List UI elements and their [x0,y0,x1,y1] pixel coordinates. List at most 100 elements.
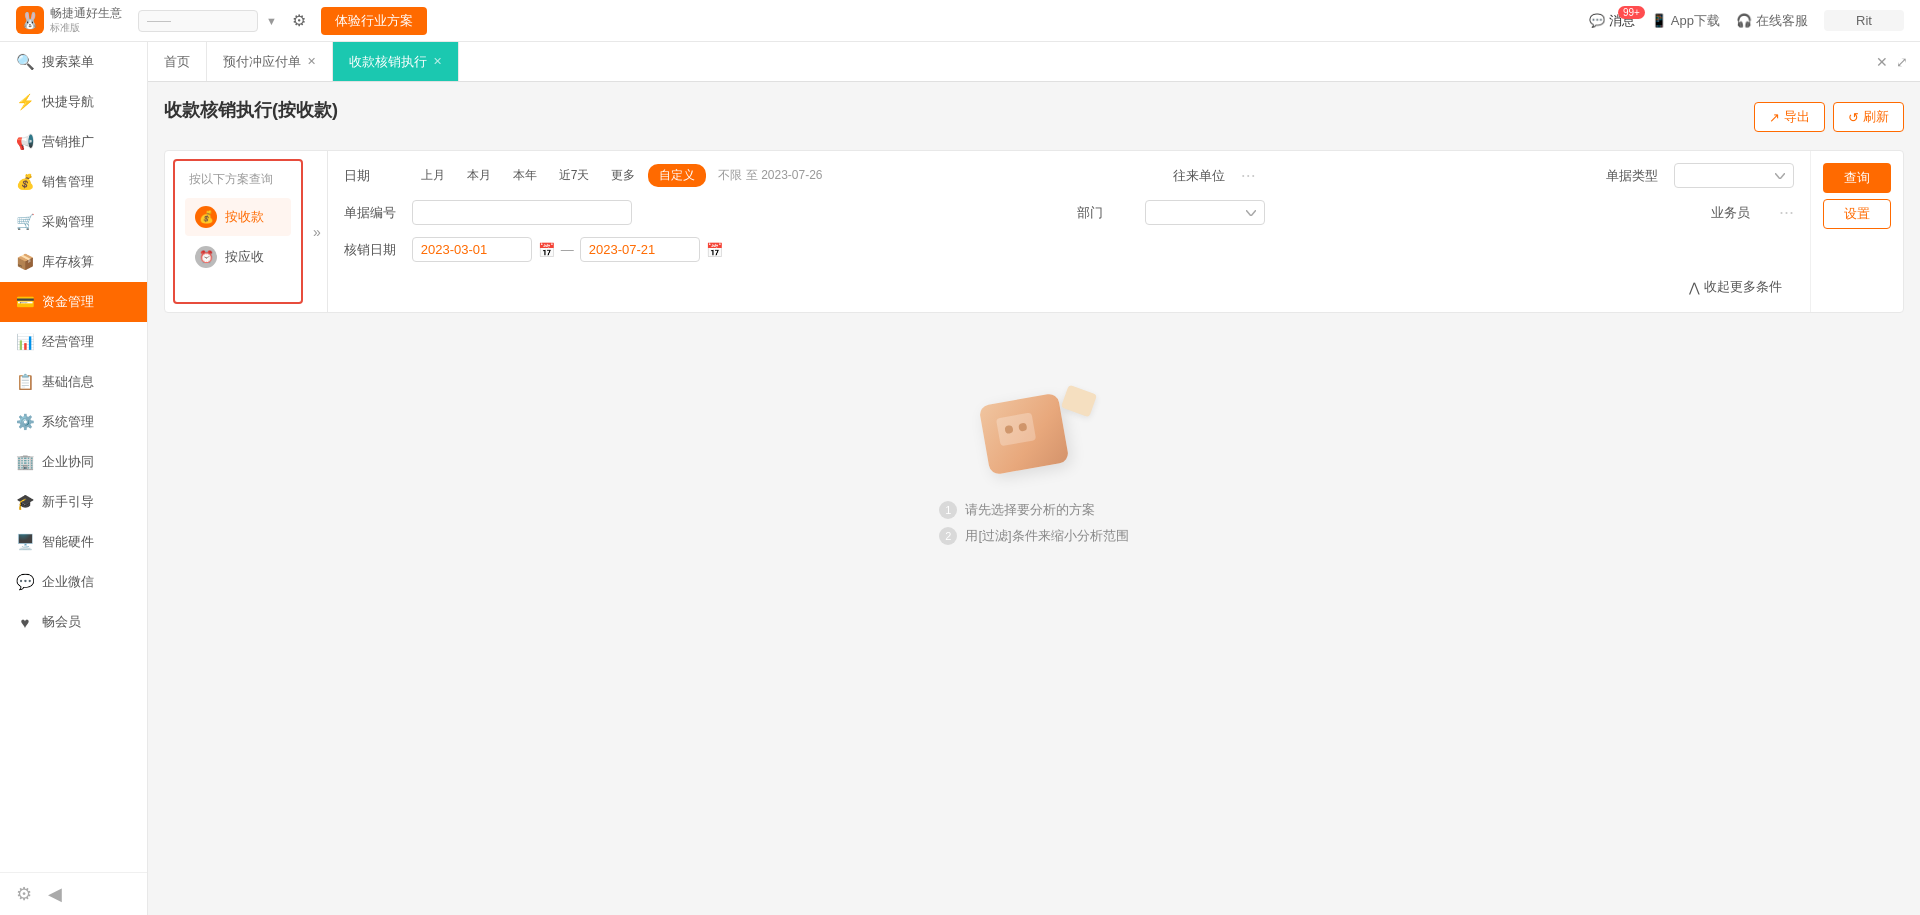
company-selector[interactable]: —— [138,10,258,32]
tab-expand-icon[interactable]: ⤢ [1896,54,1908,70]
empty-tip-2: 2 用[过滤]条件来缩小分析范围 [939,527,1128,545]
tabs-right-controls: ✕ ⤢ [1864,42,1920,81]
app-badge: 标准版 [50,21,122,35]
receivable-option-icon: ⏰ [195,246,217,268]
filter-option-panel: 按以下方案查询 💰 按收款 ⏰ 按应收 [173,159,303,304]
filter-collapse-button[interactable]: » [307,151,328,312]
sidebar-item-hardware[interactable]: 🖥️ 智能硬件 [0,522,147,562]
enterprise-icon: 🏢 [16,453,34,471]
doc-number-label: 单据编号 [344,204,400,222]
filter-fields: 日期 上月 本月 本年 近7天 更多 自定义 不限 至 2023-07-26 往… [328,151,1810,312]
sidebar-bottom: ⚙ ◀ [0,872,147,915]
date-this-year-btn[interactable]: 本年 [504,164,546,187]
sidebar-item-label: 搜索菜单 [42,53,94,71]
sidebar-item-system[interactable]: ⚙️ 系统管理 [0,402,147,442]
tab-prepay-close-icon[interactable]: ✕ [307,55,316,68]
sidebar-item-label: 基础信息 [42,373,94,391]
sidebar-item-operation[interactable]: 📊 经营管理 [0,322,147,362]
empty-tip-1: 1 请先选择要分析的方案 [939,501,1128,519]
date-more-btn[interactable]: 更多 [602,164,644,187]
sidebar-collapse-icon[interactable]: ◀ [48,883,62,905]
guide-icon: 🎓 [16,493,34,511]
header-right-area: 💬 消息 99+ 📱 App下载 🎧 在线客服 Rit [1589,10,1904,31]
date-last-month-btn[interactable]: 上月 [412,164,454,187]
date-7days-btn[interactable]: 近7天 [550,164,599,187]
sidebar-item-quick-nav[interactable]: ⚡ 快捷导航 [0,82,147,122]
marketing-icon: 📢 [16,133,34,151]
user-menu[interactable]: Rit [1824,10,1904,31]
message-icon[interactable]: 💬 消息 99+ [1589,12,1635,30]
sidebar: 🔍 搜索菜单 ⚡ 快捷导航 📢 营销推广 💰 销售管理 🛒 采购管理 📦 库存核… [0,42,148,915]
filter-option-by-receipt[interactable]: 💰 按收款 [185,198,291,236]
sidebar-item-label: 企业微信 [42,573,94,591]
tab-receivable[interactable]: 收款核销执行 ✕ [333,42,459,81]
refresh-icon: ↺ [1848,110,1859,125]
filter-panel-title: 按以下方案查询 [185,171,291,188]
search-icon: 🔍 [16,53,34,71]
writeoff-date-label: 核销日期 [344,241,400,259]
settings-button[interactable]: 设置 [1823,199,1891,229]
writeoff-end-cal-icon[interactable]: 📅 [706,242,723,258]
sidebar-item-finance[interactable]: 💳 资金管理 [0,282,147,322]
filter-panel: 按以下方案查询 💰 按收款 ⏰ 按应收 » [164,150,1904,313]
sidebar-item-sales[interactable]: 💰 销售管理 [0,162,147,202]
sidebar-item-label: 系统管理 [42,413,94,431]
tab-receivable-close-icon[interactable]: ✕ [433,55,442,68]
page-content: 收款核销执行(按收款) ↗ 导出 ↺ 刷新 按以下方案 [148,82,1920,915]
export-button[interactable]: ↗ 导出 [1754,102,1825,132]
app-logo-icon: 🐰 [16,6,44,34]
filter-action-buttons: 查询 设置 [1810,151,1903,312]
filter-option-receipt-label: 按收款 [225,208,264,226]
date-quick-buttons: 上月 本月 本年 近7天 更多 自定义 [412,164,707,187]
export-icon: ↗ [1769,110,1780,125]
writeoff-end-input[interactable] [580,237,700,262]
sidebar-item-label: 采购管理 [42,213,94,231]
refresh-button[interactable]: ↺ 刷新 [1833,102,1904,132]
inventory-icon: 📦 [16,253,34,271]
doc-type-select[interactable] [1674,163,1794,188]
tab-home-label: 首页 [164,53,190,71]
date-custom-btn[interactable]: 自定义 [648,164,706,187]
counterparty-dots: ··· [1241,165,1256,186]
tab-prepay[interactable]: 预付冲应付单 ✕ [207,42,333,81]
tab-home[interactable]: 首页 [148,42,207,81]
tab-close-all-icon[interactable]: ✕ [1876,54,1888,70]
sidebar-item-guide[interactable]: 🎓 新手引导 [0,482,147,522]
sidebar-item-enterprise[interactable]: 🏢 企业协同 [0,442,147,482]
sidebar-item-basic[interactable]: 📋 基础信息 [0,362,147,402]
sidebar-settings-icon[interactable]: ⚙ [16,883,32,905]
online-service-link[interactable]: 🎧 在线客服 [1736,12,1808,30]
collapse-more-button[interactable]: ⋀ 收起更多条件 [1677,274,1794,300]
department-label: 部门 [1077,204,1133,222]
department-select[interactable] [1145,200,1265,225]
app-name: 畅捷通好生意 [50,6,122,20]
industry-solution-button[interactable]: 体验行业方案 [321,7,427,35]
basic-icon: 📋 [16,373,34,391]
sidebar-item-wechat[interactable]: 💬 企业微信 [0,562,147,602]
receipt-option-icon: 💰 [195,206,217,228]
writeoff-start-cal-icon[interactable]: 📅 [538,242,555,258]
date-this-month-btn[interactable]: 本月 [458,164,500,187]
doc-type-label: 单据类型 [1606,167,1662,185]
sidebar-item-purchase[interactable]: 🛒 采购管理 [0,202,147,242]
sidebar-item-search[interactable]: 🔍 搜索菜单 [0,42,147,82]
sidebar-item-label: 快捷导航 [42,93,94,111]
filter-option-by-receivable[interactable]: ⏰ 按应收 [185,238,291,276]
sidebar-item-label: 库存核算 [42,253,94,271]
query-button[interactable]: 查询 [1823,163,1891,193]
sidebar-item-inventory[interactable]: 📦 库存核算 [0,242,147,282]
app-download-link[interactable]: 📱 App下载 [1651,12,1720,30]
sidebar-item-label: 销售管理 [42,173,94,191]
system-icon: ⚙️ [16,413,34,431]
date-label: 日期 [344,167,400,185]
settings-icon[interactable]: ⚙ [285,7,313,35]
sidebar-item-vip[interactable]: ♥ 畅会员 [0,602,147,642]
sidebar-item-marketing[interactable]: 📢 营销推广 [0,122,147,162]
company-chevron-icon[interactable]: ▼ [266,15,277,27]
operation-icon: 📊 [16,333,34,351]
filter-row-1: 日期 上月 本月 本年 近7天 更多 自定义 不限 至 2023-07-26 往… [344,163,1794,188]
doc-number-input[interactable] [412,200,632,225]
wechat-icon: 💬 [16,573,34,591]
writeoff-start-input[interactable] [412,237,532,262]
finance-icon: 💳 [16,293,34,311]
